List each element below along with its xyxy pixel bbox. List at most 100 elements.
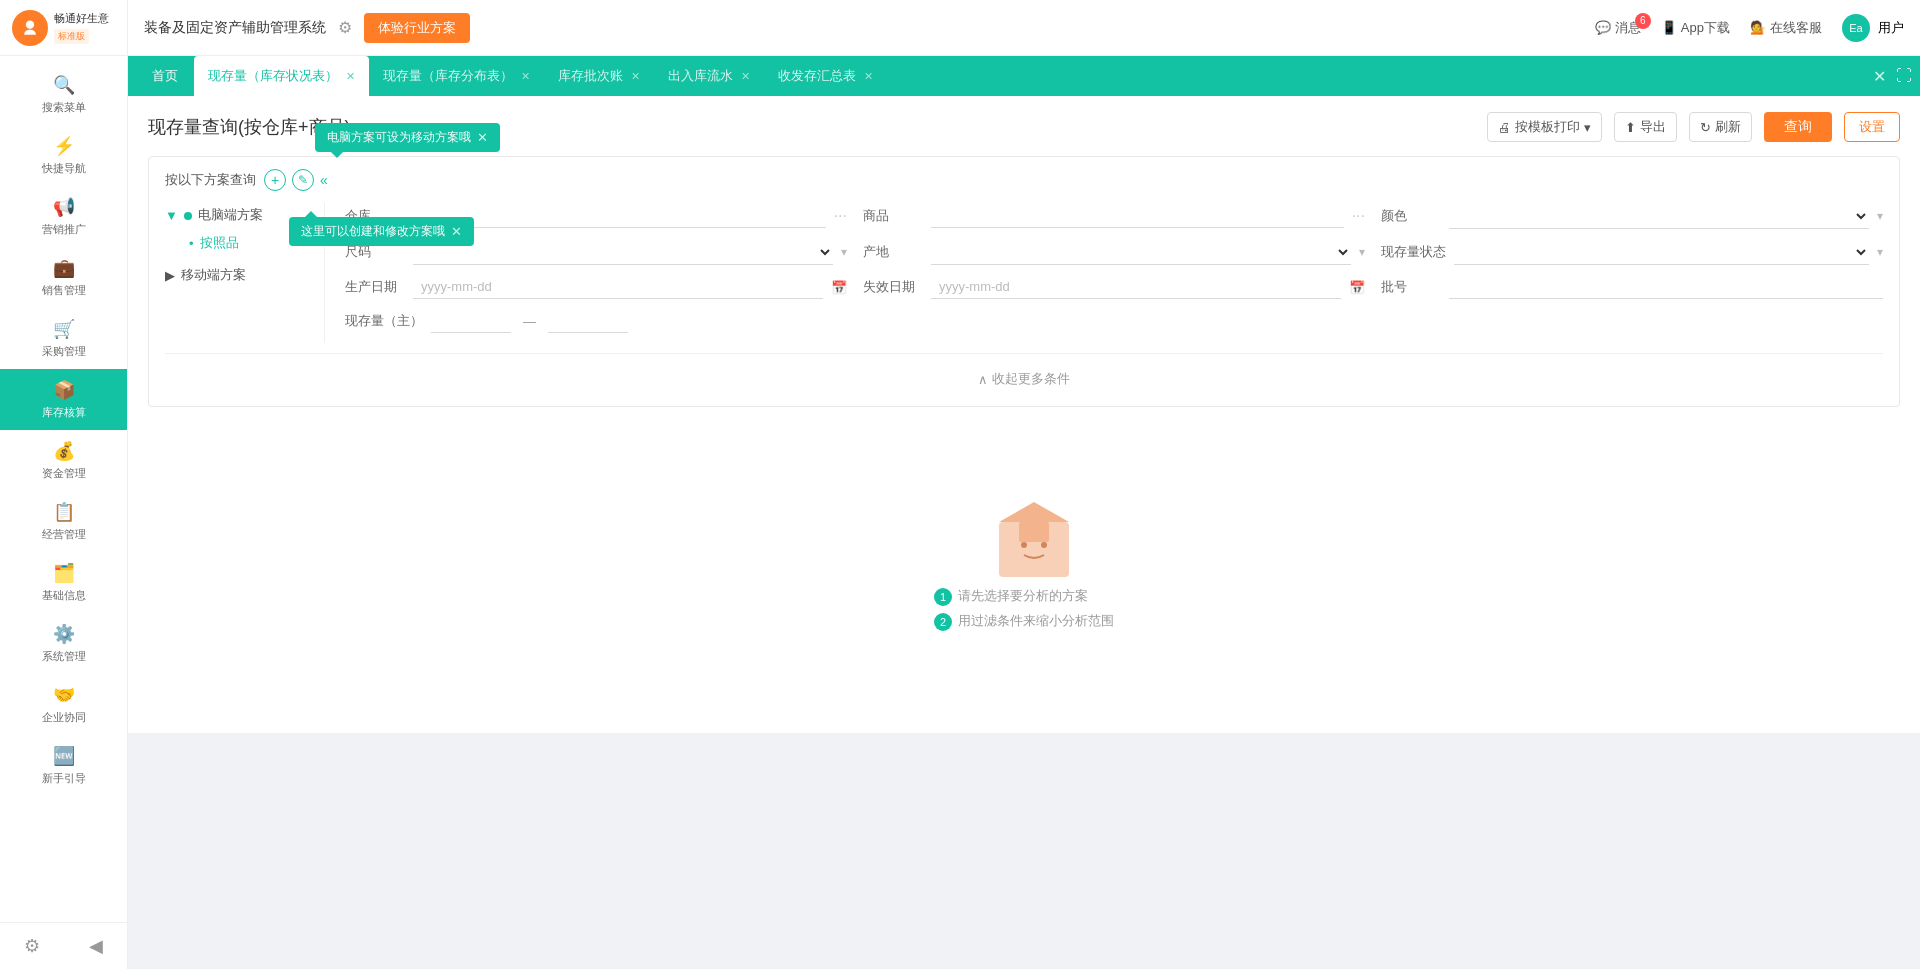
- set-btn[interactable]: 设置: [1844, 112, 1900, 142]
- prod-date-calendar-icon[interactable]: 📅: [831, 280, 847, 295]
- tab-inventory-status[interactable]: 现存量（库存状况表） ✕: [194, 56, 369, 96]
- sidebar-item-quick[interactable]: ⚡ 快捷导航: [0, 125, 127, 186]
- stock-main-from[interactable]: [431, 309, 511, 333]
- sidebar-item-basic[interactable]: 🗂️ 基础信息: [0, 552, 127, 613]
- finance-icon: 💰: [53, 440, 75, 462]
- warehouse-input[interactable]: [413, 204, 826, 228]
- expire-date-calendar-icon[interactable]: 📅: [1349, 280, 1365, 295]
- basic-icon: 🗂️: [53, 562, 75, 584]
- color-dropdown-icon: ▾: [1877, 209, 1883, 223]
- back-arrow-icon[interactable]: «: [320, 172, 328, 188]
- collapse-expand-row[interactable]: ∧ 收起更多条件: [165, 364, 1883, 394]
- tab-in-out[interactable]: 出入库流水 ✕: [654, 56, 764, 96]
- sidebar-item-marketing[interactable]: 📢 营销推广: [0, 186, 127, 247]
- trial-btn[interactable]: 体验行业方案: [364, 13, 470, 43]
- prod-date-input[interactable]: [413, 275, 823, 299]
- tooltip-scheme-mobile: 电脑方案可设为移动方案哦 ✕: [315, 123, 500, 152]
- print-dropdown-icon: ▾: [1584, 120, 1591, 135]
- batch-label: 批号: [1381, 278, 1441, 296]
- refresh-btn[interactable]: ↻ 刷新: [1689, 112, 1752, 142]
- sidebar: 畅通好生意 标准版 🔍 搜索菜单 ⚡ 快捷导航 📢 营销推广 💼 销售管理 🛒 …: [0, 0, 128, 969]
- marketing-icon: 📢: [53, 196, 75, 218]
- step-1-text: 请先选择要分析的方案: [958, 587, 1088, 605]
- sidebar-item-cooperation[interactable]: 🤝 企业协同: [0, 674, 127, 735]
- product-dots[interactable]: ···: [1352, 207, 1365, 225]
- svg-marker-2: [999, 502, 1069, 522]
- tab-batch-ledger[interactable]: 库存批次账 ✕: [544, 56, 654, 96]
- sidebar-item-label: 企业协同: [42, 710, 86, 725]
- stock-main-to[interactable]: [548, 309, 628, 333]
- app-action[interactable]: 📱 App下载: [1661, 19, 1730, 37]
- tab-close-icon[interactable]: ✕: [631, 70, 640, 83]
- sidebar-item-finance[interactable]: 💰 资金管理: [0, 430, 127, 491]
- mobile-scheme-label: 移动端方案: [181, 266, 246, 284]
- print-btn[interactable]: 🖨 按模板打印 ▾: [1487, 112, 1602, 142]
- product-input[interactable]: [931, 204, 1344, 228]
- mobile-toggle-icon: ▶: [165, 268, 175, 283]
- system-title: 装备及固定资产辅助管理系统: [144, 19, 326, 37]
- export-btn[interactable]: ⬆ 导出: [1614, 112, 1677, 142]
- sidebar-item-label: 搜索菜单: [42, 100, 86, 115]
- filter-header-icons: + ✎ «: [264, 169, 328, 191]
- sidebar-item-operation[interactable]: 📋 经营管理: [0, 491, 127, 552]
- edit-scheme-btn[interactable]: ✎: [292, 169, 314, 191]
- header: 装备及固定资产辅助管理系统 ⚙ 体验行业方案 💬 消息 6 📱 App下载 💁 …: [128, 0, 1920, 56]
- svg-point-4: [1021, 542, 1027, 548]
- header-right: 💬 消息 6 📱 App下载 💁 在线客服 Ea 用户: [1595, 14, 1904, 42]
- tab-home[interactable]: 首页: [136, 67, 194, 85]
- step-1-num: 1: [934, 588, 952, 606]
- batch-input[interactable]: [1449, 275, 1883, 299]
- sidebar-item-guide[interactable]: 🆕 新手引导: [0, 735, 127, 796]
- tab-collect-summary[interactable]: 收发存汇总表 ✕: [764, 56, 887, 96]
- sidebar-item-sales[interactable]: 💼 销售管理: [0, 247, 127, 308]
- scheme-mobile[interactable]: ▶ 移动端方案: [165, 263, 308, 287]
- field-origin: 产地 ▾: [863, 239, 1365, 265]
- scheme-item-icon: •: [189, 236, 194, 251]
- tab-close-icon[interactable]: ✕: [864, 70, 873, 83]
- sidebar-item-label: 基础信息: [42, 588, 86, 603]
- size-dropdown-icon: ▾: [841, 245, 847, 259]
- collapse-label: 收起更多条件: [992, 370, 1070, 388]
- operation-icon: 📋: [53, 501, 75, 523]
- color-select[interactable]: [1449, 203, 1869, 229]
- tooltip-close-icon[interactable]: ✕: [477, 130, 488, 145]
- msg-badge: 6: [1635, 13, 1651, 29]
- sidebar-bottom: ⚙ ◀: [0, 922, 127, 969]
- sidebar-item-purchase[interactable]: 🛒 采购管理: [0, 308, 127, 369]
- sidebar-item-label: 经营管理: [42, 527, 86, 542]
- msg-action[interactable]: 💬 消息 6: [1595, 19, 1641, 37]
- refresh-icon: ↻: [1700, 120, 1711, 135]
- expire-date-input[interactable]: [931, 275, 1341, 299]
- tab-close-all-icon[interactable]: ✕: [1873, 67, 1886, 86]
- tab-close-icon[interactable]: ✕: [346, 70, 355, 83]
- sidebar-item-inventory[interactable]: 📦 库存核算: [0, 369, 127, 430]
- warehouse-dots[interactable]: ···: [834, 207, 847, 225]
- filter-form: 仓库 ··· 商品 ··· 颜色 ▾: [345, 203, 1883, 343]
- settings-bottom-icon[interactable]: ⚙: [24, 935, 40, 957]
- sidebar-item-system[interactable]: ⚙️ 系统管理: [0, 613, 127, 674]
- tab-fullscreen-icon[interactable]: ⛶: [1896, 67, 1912, 85]
- origin-select[interactable]: [931, 239, 1351, 265]
- tooltip-close-icon[interactable]: ✕: [451, 224, 462, 239]
- add-scheme-btn[interactable]: +: [264, 169, 286, 191]
- tab-label: 收发存汇总表: [778, 67, 856, 85]
- stock-status-select[interactable]: [1454, 239, 1869, 265]
- logo-text: 畅通好生意: [54, 11, 109, 26]
- field-color: 颜色 ▾: [1381, 203, 1883, 229]
- header-settings-icon[interactable]: ⚙: [338, 18, 352, 37]
- tabs-right-actions: ✕ ⛶: [1873, 67, 1912, 86]
- tab-inventory-dist[interactable]: 现存量（库存分布表） ✕: [369, 56, 544, 96]
- export-label: 导出: [1640, 118, 1666, 136]
- tab-close-icon[interactable]: ✕: [521, 70, 530, 83]
- support-action[interactable]: 💁 在线客服: [1750, 19, 1822, 37]
- filter-row-4: 现存量（主） —: [345, 309, 1883, 333]
- stock-status-label: 现存量状态: [1381, 243, 1446, 261]
- collapse-sidebar-icon[interactable]: ◀: [89, 935, 103, 957]
- tab-close-icon[interactable]: ✕: [741, 70, 750, 83]
- query-btn[interactable]: 查询: [1764, 112, 1832, 142]
- print-icon: 🖨: [1498, 120, 1511, 135]
- avatar: Ea: [1842, 14, 1870, 42]
- size-select[interactable]: [413, 239, 833, 265]
- scheme-pc-root[interactable]: ▼ 电脑端方案: [165, 203, 308, 227]
- sidebar-item-search[interactable]: 🔍 搜索菜单: [0, 64, 127, 125]
